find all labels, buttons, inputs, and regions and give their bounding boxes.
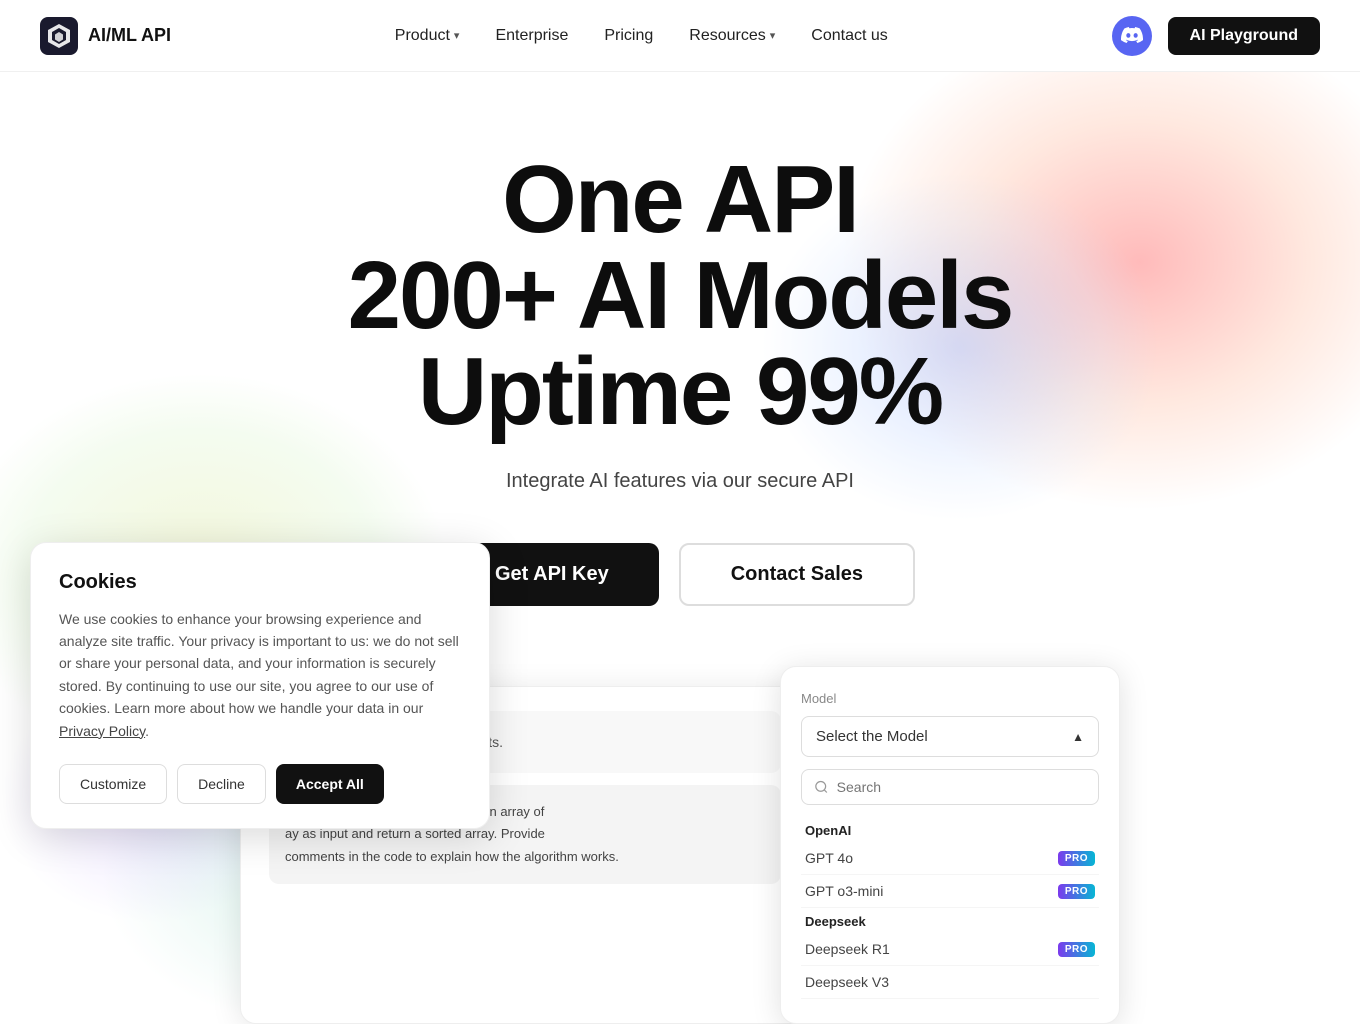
model-item-deepseekv3[interactable]: Deepseek V3 bbox=[801, 966, 1099, 999]
model-section-openai: OpenAI bbox=[801, 817, 1099, 842]
model-select-button[interactable]: Select the Model ▲ bbox=[801, 716, 1099, 757]
nav-product[interactable]: Product ▾ bbox=[395, 27, 460, 45]
pro-badge-3: PRO bbox=[1058, 942, 1095, 957]
model-list: OpenAI GPT 4o PRO GPT o3-mini PRO Deepse… bbox=[801, 817, 1099, 999]
cookie-text: We use cookies to enhance your browsing … bbox=[59, 608, 461, 742]
pro-badge: PRO bbox=[1058, 851, 1095, 866]
nav-right: AI Playground bbox=[1112, 16, 1320, 56]
chevron-down-icon-2: ▾ bbox=[770, 29, 776, 42]
chevron-down-icon: ▾ bbox=[454, 29, 460, 42]
model-item-deepseekr1[interactable]: Deepseek R1 PRO bbox=[801, 933, 1099, 966]
nav-resources[interactable]: Resources ▾ bbox=[689, 27, 775, 45]
hero-title-2: 200+ AI Models bbox=[348, 248, 1013, 344]
search-icon bbox=[814, 779, 829, 795]
logo-icon bbox=[40, 17, 78, 55]
pro-badge-2: PRO bbox=[1058, 884, 1095, 899]
model-card-label: Model bbox=[801, 691, 1099, 706]
nav-pricing[interactable]: Pricing bbox=[604, 27, 653, 45]
hero-subtitle: Integrate AI features via our secure API bbox=[348, 470, 1013, 493]
model-section-deepseek: Deepseek bbox=[801, 908, 1099, 933]
cookie-banner: Cookies We use cookies to enhance your b… bbox=[30, 542, 490, 829]
chevron-up-icon: ▲ bbox=[1072, 730, 1084, 744]
decline-button[interactable]: Decline bbox=[177, 764, 266, 804]
cookie-title: Cookies bbox=[59, 571, 461, 594]
ai-playground-button[interactable]: AI Playground bbox=[1168, 17, 1320, 55]
hero-title-3: Uptime 99% bbox=[348, 344, 1013, 440]
model-card: Model Select the Model ▲ OpenAI GPT 4o P… bbox=[780, 666, 1120, 1024]
navbar: AI/ML API Product ▾ Enterprise Pricing R… bbox=[0, 0, 1360, 72]
logo-link[interactable]: AI/ML API bbox=[40, 17, 171, 55]
nav-enterprise[interactable]: Enterprise bbox=[495, 27, 568, 45]
nav-links: Product ▾ Enterprise Pricing Resources ▾… bbox=[395, 27, 888, 45]
hero-title-1: One API bbox=[348, 152, 1013, 248]
discord-icon bbox=[1121, 27, 1143, 44]
contact-sales-button[interactable]: Contact Sales bbox=[679, 543, 915, 606]
model-search-box[interactable] bbox=[801, 769, 1099, 805]
model-search-input[interactable] bbox=[837, 779, 1086, 795]
logo-text: AI/ML API bbox=[88, 25, 171, 46]
privacy-policy-link[interactable]: Privacy Policy bbox=[59, 723, 145, 739]
accept-all-button[interactable]: Accept All bbox=[276, 764, 384, 804]
model-item-gpto3mini[interactable]: GPT o3-mini PRO bbox=[801, 875, 1099, 908]
model-select-placeholder: Select the Model bbox=[816, 728, 928, 745]
nav-contact[interactable]: Contact us bbox=[811, 27, 887, 45]
customize-button[interactable]: Customize bbox=[59, 764, 167, 804]
discord-button[interactable] bbox=[1112, 16, 1152, 56]
cookie-buttons: Customize Decline Accept All bbox=[59, 764, 461, 804]
